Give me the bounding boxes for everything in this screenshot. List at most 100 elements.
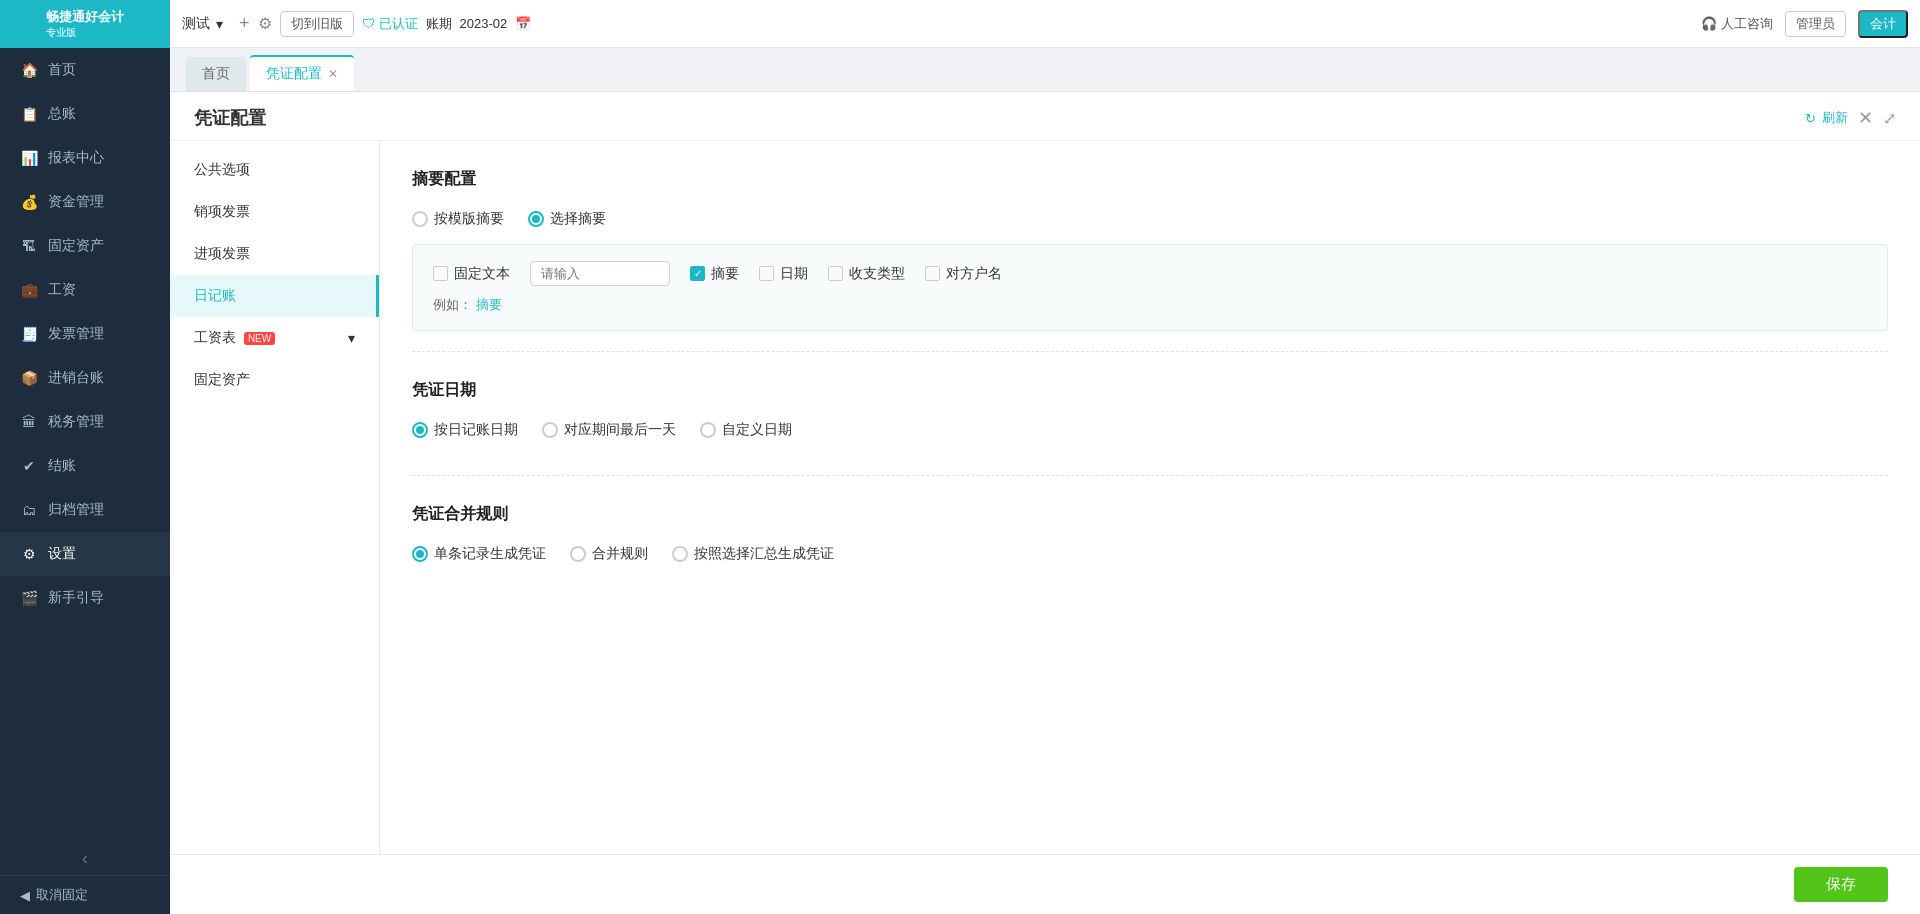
- refresh-btn[interactable]: ↻ 刷新: [1805, 109, 1848, 127]
- switch-old-btn[interactable]: 切到旧版: [280, 11, 354, 37]
- radio-merge-rule[interactable]: 合并规则: [570, 545, 648, 563]
- config-nav-payroll-table[interactable]: 工资表 NEW▾: [170, 317, 379, 359]
- topbar-actions: + ⚙ 切到旧版 🛡 已认证 账期 2023-02 📅: [239, 11, 531, 37]
- section-date: 凭证日期 按日记账日期 对应期间最后一天: [412, 352, 1888, 476]
- topbar: 畅捷通好会计 专业版 测试 ▾ + ⚙ 切到旧版 🛡 已认证 账期 2023-0…: [0, 0, 1920, 48]
- settings-icon[interactable]: ⚙: [258, 14, 272, 33]
- sidebar-item-ledger[interactable]: 📋总账: [0, 92, 170, 136]
- user-btn[interactable]: 管理员: [1785, 11, 1846, 37]
- radio-single[interactable]: 单条记录生成凭证: [412, 545, 546, 563]
- radio-journal-date[interactable]: 按日记账日期: [412, 421, 518, 439]
- archive-icon: 🗂: [20, 501, 38, 519]
- merge-radio-group: 单条记录生成凭证 合并规则 按照选择汇总生成凭证: [412, 545, 1888, 563]
- example-text: 例如： 摘要: [433, 296, 1867, 314]
- fixed-text-input[interactable]: [530, 261, 670, 286]
- tab-close-icon[interactable]: ✕: [328, 67, 338, 81]
- radio-custom-date[interactable]: 自定义日期: [700, 421, 792, 439]
- pin-icon: ◀: [20, 888, 30, 903]
- tax-icon: 🏛: [20, 413, 38, 431]
- sidebar-label-close: 结账: [48, 457, 76, 475]
- certified-badge: 🛡 已认证: [362, 15, 418, 33]
- radio-template-circle: [412, 211, 428, 227]
- add-icon[interactable]: +: [239, 13, 250, 34]
- date-radio-group: 按日记账日期 对应期间最后一天 自定义日期: [412, 421, 1888, 439]
- config-nav-public[interactable]: 公共选项: [170, 149, 379, 191]
- fund-icon: 💰: [20, 193, 38, 211]
- asset-icon: 🏗: [20, 237, 38, 255]
- fullscreen-btn[interactable]: ⤢: [1883, 109, 1896, 128]
- section-date-title: 凭证日期: [412, 380, 1888, 401]
- headset-icon: 🎧: [1701, 16, 1717, 31]
- sidebar-item-tax[interactable]: 🏛税务管理: [0, 400, 170, 444]
- checkbox-summary-box: ✓: [690, 266, 705, 281]
- sidebar-item-archive[interactable]: 🗂 归档管理: [0, 488, 170, 532]
- tab-voucher-config-label: 凭证配置: [266, 65, 322, 83]
- tab-voucher-config[interactable]: 凭证配置 ✕: [250, 55, 354, 91]
- checkbox-row: 固定文本 ✓ 摘要 日期: [433, 261, 1867, 286]
- sidebar-item-trade[interactable]: 📦 进销台账: [0, 356, 170, 400]
- service-btn[interactable]: 🎧 人工咨询: [1701, 15, 1773, 33]
- checkbox-pay-type-box: [828, 266, 843, 281]
- page-content: 凭证配置 ↻ 刷新 ✕ ⤢ 公共选项销项发票进项发票日记账工资表 NEW▾固定资…: [170, 92, 1920, 914]
- report-icon: 📊: [20, 149, 38, 167]
- sidebar-item-fund[interactable]: 💰资金管理: [0, 180, 170, 224]
- checkbox-counterpart-box: [925, 266, 940, 281]
- section-summary: 摘要配置 按模版摘要 选择摘要: [412, 141, 1888, 352]
- radio-merge-rule-circle: [570, 546, 586, 562]
- invoice-icon: 🧾: [20, 325, 38, 343]
- sidebar-label-home: 首页: [48, 61, 76, 79]
- config-nav-purchase-invoice[interactable]: 进项发票: [170, 233, 379, 275]
- close-page-btn[interactable]: ✕: [1858, 107, 1873, 129]
- arrow-payroll-table: ▾: [348, 330, 355, 346]
- sidebar-item-salary[interactable]: 💼工资: [0, 268, 170, 312]
- sidebar-item-invoice[interactable]: 🧾 发票管理: [0, 312, 170, 356]
- app-logo: 畅捷通好会计 专业版: [0, 0, 170, 48]
- sidebar-item-asset[interactable]: 🏗固定资产: [0, 224, 170, 268]
- sidebar-label-archive: 归档管理: [48, 501, 104, 519]
- config-nav-sales-invoice[interactable]: 销项发票: [170, 191, 379, 233]
- page-footer: 保存: [170, 854, 1920, 914]
- section-merge: 凭证合并规则 单条记录生成凭证 合并规则: [412, 476, 1888, 599]
- sidebar-item-report[interactable]: 📊 报表中心: [0, 136, 170, 180]
- sidebar-label-salary: 工资: [48, 281, 76, 299]
- checkbox-date[interactable]: 日期: [759, 265, 808, 283]
- sidebar-pin-btn[interactable]: ◀ 取消固定: [0, 875, 170, 914]
- sidebar-label-report: 报表中心: [48, 149, 104, 167]
- close-icon: ✔: [20, 457, 38, 475]
- project-name[interactable]: 测试 ▾: [182, 15, 223, 33]
- config-nav: 公共选项销项发票进项发票日记账工资表 NEW▾固定资产: [170, 141, 380, 854]
- calendar-icon[interactable]: 📅: [515, 16, 531, 31]
- home-icon: 🏠: [20, 61, 38, 79]
- radio-select[interactable]: 选择摘要: [528, 210, 606, 228]
- sidebar-item-home[interactable]: 🏠 首页: [0, 48, 170, 92]
- radio-summary-generate[interactable]: 按照选择汇总生成凭证: [672, 545, 834, 563]
- save-button[interactable]: 保存: [1794, 867, 1888, 902]
- sidebar-label-settings: 设置: [48, 545, 76, 563]
- sidebar-item-guide[interactable]: 🎬新手引导: [0, 576, 170, 620]
- sidebar-label-invoice: 发票管理: [48, 325, 104, 343]
- checkbox-summary[interactable]: ✓ 摘要: [690, 265, 739, 283]
- config-nav-fixed-assets[interactable]: 固定资产: [170, 359, 379, 401]
- checkbox-counterpart[interactable]: 对方户名: [925, 265, 1002, 283]
- config-nav-journal[interactable]: 日记账: [170, 275, 379, 317]
- tab-home[interactable]: 首页: [186, 57, 246, 91]
- checkbox-fixed-text-box: [433, 266, 448, 281]
- page-top-right: ↻ 刷新 ✕ ⤢: [1805, 107, 1896, 129]
- sidebar-scroll-down[interactable]: ‹: [0, 842, 170, 875]
- role-btn[interactable]: 会计: [1858, 10, 1908, 38]
- content-area: 首页 凭证配置 ✕ 凭证配置 ↻ 刷新 ✕ ⤢: [170, 48, 1920, 914]
- sidebar-item-close[interactable]: ✔ 结账: [0, 444, 170, 488]
- sidebar-item-settings[interactable]: ⚙设置: [0, 532, 170, 576]
- radio-summary-generate-circle: [672, 546, 688, 562]
- radio-single-circle: [412, 546, 428, 562]
- topbar-right: 🎧 人工咨询 管理员 会计: [1701, 10, 1908, 38]
- trade-icon: 📦: [20, 369, 38, 387]
- checkbox-fixed-text[interactable]: 固定文本: [433, 265, 510, 283]
- sidebar-label-trade: 进销台账: [48, 369, 104, 387]
- radio-period-last[interactable]: 对应期间最后一天: [542, 421, 676, 439]
- checkbox-pay-type[interactable]: 收支类型: [828, 265, 905, 283]
- guide-icon: 🎬: [20, 589, 38, 607]
- radio-template[interactable]: 按模版摘要: [412, 210, 504, 228]
- shield-icon: 🛡: [362, 16, 375, 31]
- refresh-icon: ↻: [1805, 111, 1816, 126]
